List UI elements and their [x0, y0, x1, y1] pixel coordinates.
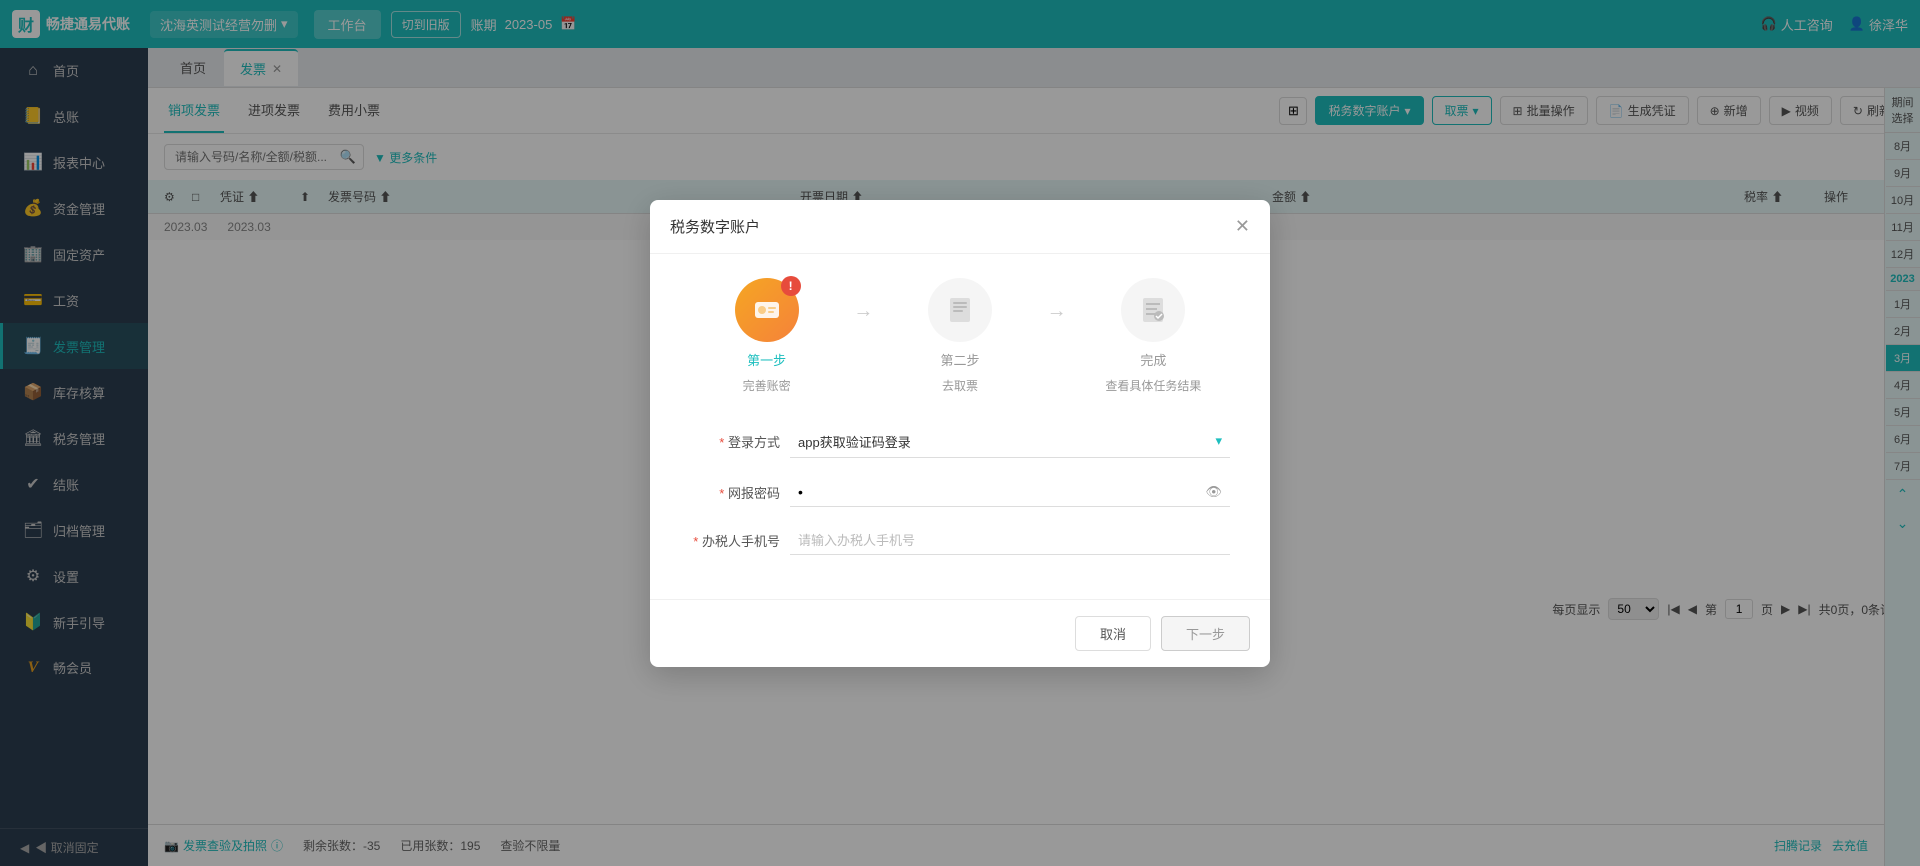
step-3-label: 完成: [1140, 350, 1166, 369]
step-2-label: 第二步: [940, 350, 979, 369]
step-3-desc: 查看具体任务结果: [1105, 377, 1201, 394]
cancel-button[interactable]: 取消: [1075, 616, 1151, 651]
dialog-footer: 取消 下一步: [650, 599, 1270, 667]
login-method-select[interactable]: app获取验证码登录 ▾: [790, 426, 1230, 458]
step-1: ! 第一步 完善账密: [690, 278, 843, 394]
phone-required-mark: *: [693, 534, 698, 549]
step-error-badge: !: [781, 276, 801, 296]
dialog-title: 税务数字账户: [670, 216, 760, 237]
password-label: * 网报密码: [690, 483, 780, 502]
eye-icon[interactable]: 👁: [1205, 484, 1222, 500]
password-input[interactable]: [790, 478, 1230, 506]
step-2-icon: [928, 278, 992, 342]
dialog-header: 税务数字账户 ✕: [650, 200, 1270, 254]
phone-label: * 办税人手机号: [690, 531, 780, 550]
person-id-icon: [751, 294, 783, 326]
phone-row: * 办税人手机号: [690, 527, 1230, 555]
step-3-icon: [1121, 278, 1185, 342]
password-required-mark: *: [719, 486, 724, 501]
password-row: * 网报密码 👁: [690, 478, 1230, 507]
phone-input[interactable]: [790, 527, 1230, 555]
login-method-required-mark: *: [719, 435, 724, 450]
next-button[interactable]: 下一步: [1161, 616, 1250, 651]
steps-indicator: ! 第一步 完善账密 →: [690, 278, 1230, 394]
tax-account-dialog: 税务数字账户 ✕ !: [650, 200, 1270, 667]
step-3: 完成 查看具体任务结果: [1077, 278, 1230, 394]
step-arrow-1: →: [843, 278, 883, 323]
step-1-desc: 完善账密: [743, 377, 791, 394]
invoice-step-icon: [944, 294, 976, 326]
password-field: 👁: [790, 478, 1230, 507]
login-method-row: * 登录方式 app获取验证码登录 ▾: [690, 426, 1230, 458]
select-dropdown-icon: ▾: [1215, 433, 1222, 449]
dialog-body: ! 第一步 完善账密 →: [650, 254, 1270, 599]
step-1-icon: !: [735, 278, 799, 342]
login-method-label: * 登录方式: [690, 432, 780, 451]
step-1-label: 第一步: [747, 350, 786, 369]
complete-step-icon: [1137, 294, 1169, 326]
step-arrow-2: →: [1037, 278, 1077, 323]
step-2-desc: 去取票: [942, 377, 978, 394]
dialog-overlay: 税务数字账户 ✕ !: [0, 0, 1920, 866]
dialog-close-button[interactable]: ✕: [1235, 217, 1250, 235]
step-2: 第二步 去取票: [883, 278, 1036, 394]
